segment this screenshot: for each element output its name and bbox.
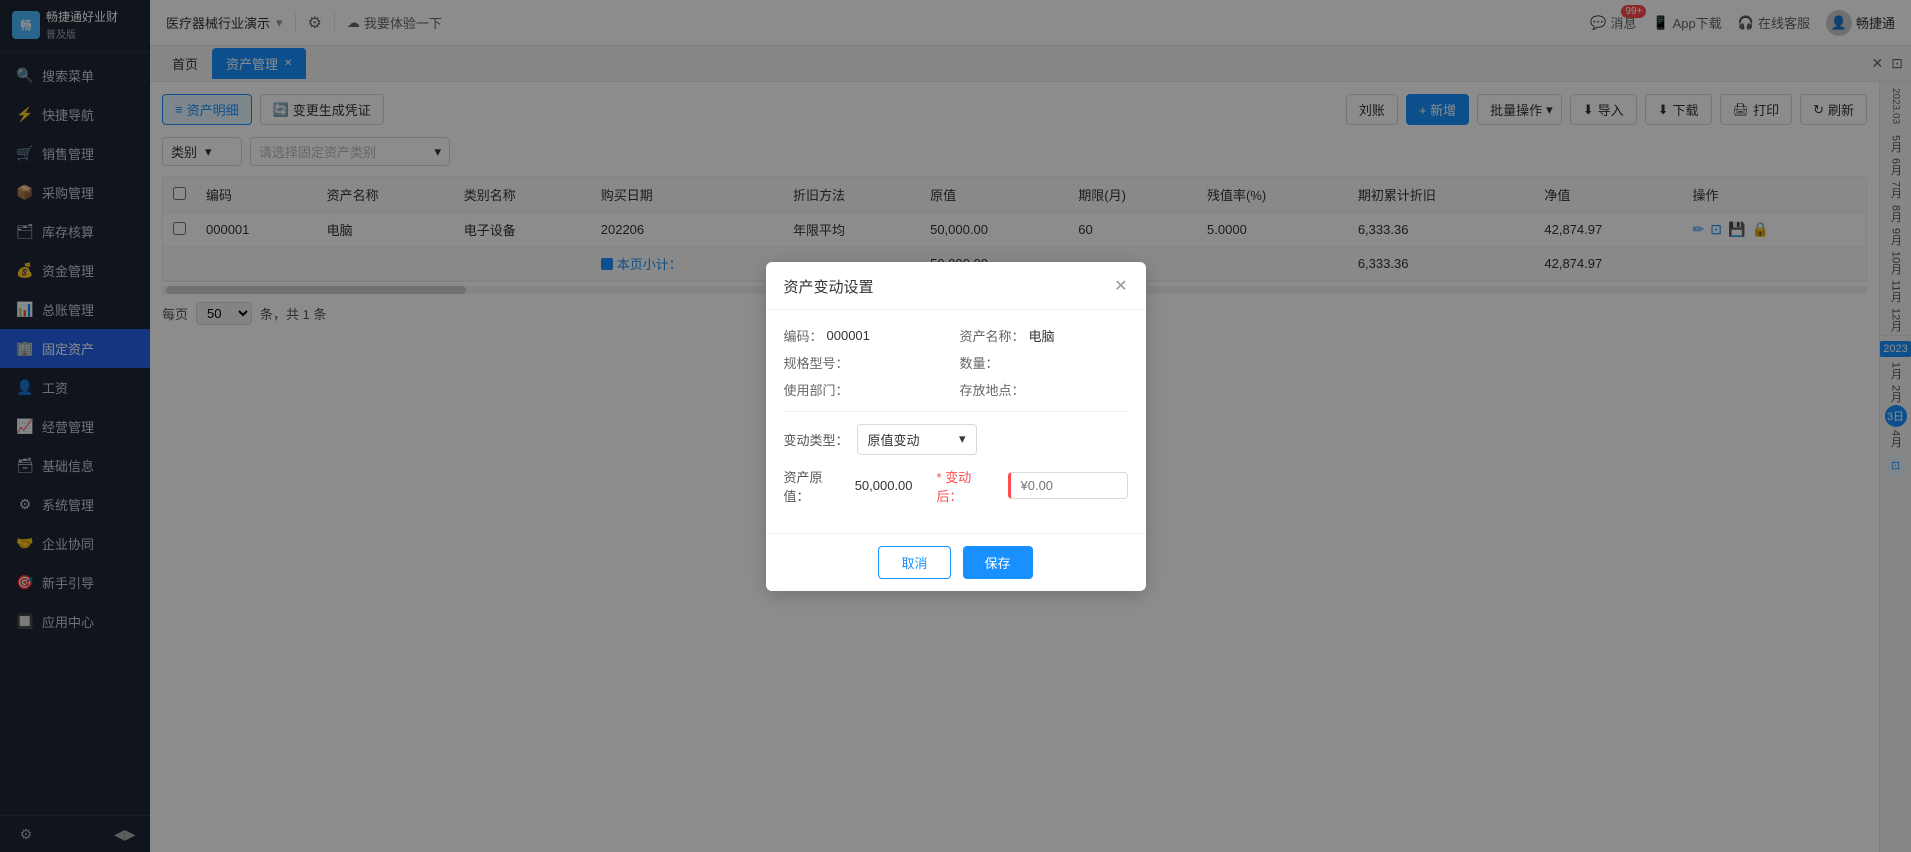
modal-info-grid: 编码： 000001 资产名称： 电脑 规格型号： 数量： 使用部门： [784,326,1128,399]
modal-after-change-label: * 变动后： [937,467,996,505]
modal-change-type-row: 变动类型： 原值变动 ▾ [784,424,1128,455]
modal-change-type-label: 变动类型： [784,430,849,449]
modal-spec-label: 规格型号： [784,353,849,372]
asset-change-modal: 资产变动设置 ✕ 编码： 000001 资产名称： 电脑 规格型号： 数量： [766,262,1146,591]
modal-code-item: 编码： 000001 [784,326,952,345]
modal-divider [784,411,1128,412]
modal-change-type-select[interactable]: 原值变动 ▾ [857,424,977,455]
modal-location-item: 存放地点： [960,380,1128,399]
modal-asset-name-item: 资产名称： 电脑 [960,326,1128,345]
modal-quantity-item: 数量： [960,353,1128,372]
modal-asset-name-value: 电脑 [1029,326,1055,345]
modal-overlay: 资产变动设置 ✕ 编码： 000001 资产名称： 电脑 规格型号： 数量： [0,0,1911,852]
modal-close-btn[interactable]: ✕ [1114,276,1127,296]
modal-after-change-input[interactable] [1008,472,1128,499]
modal-dept-item: 使用部门： [784,380,952,399]
modal-select-arrow: ▾ [959,431,966,447]
modal-dept-label: 使用部门： [784,380,849,399]
modal-code-label: 编码： [784,326,823,345]
modal-body: 编码： 000001 资产名称： 电脑 规格型号： 数量： 使用部门： [766,310,1146,533]
modal-change-type-value: 原值变动 [868,430,920,449]
modal-code-value: 000001 [827,328,870,343]
modal-original-value-value: 50,000.00 [855,478,913,493]
cancel-button[interactable]: 取消 [878,546,950,579]
save-button[interactable]: 保存 [963,546,1033,579]
modal-title: 资产变动设置 [784,276,874,297]
modal-asset-name-label: 资产名称： [960,326,1025,345]
modal-quantity-label: 数量： [960,353,999,372]
modal-location-label: 存放地点： [960,380,1025,399]
modal-original-value-row: 资产原值： 50,000.00 * 变动后： [784,467,1128,505]
modal-original-value-label: 资产原值： [784,467,847,505]
modal-spec-item: 规格型号： [784,353,952,372]
modal-header: 资产变动设置 ✕ [766,262,1146,310]
modal-footer: 取消 保存 [766,533,1146,591]
